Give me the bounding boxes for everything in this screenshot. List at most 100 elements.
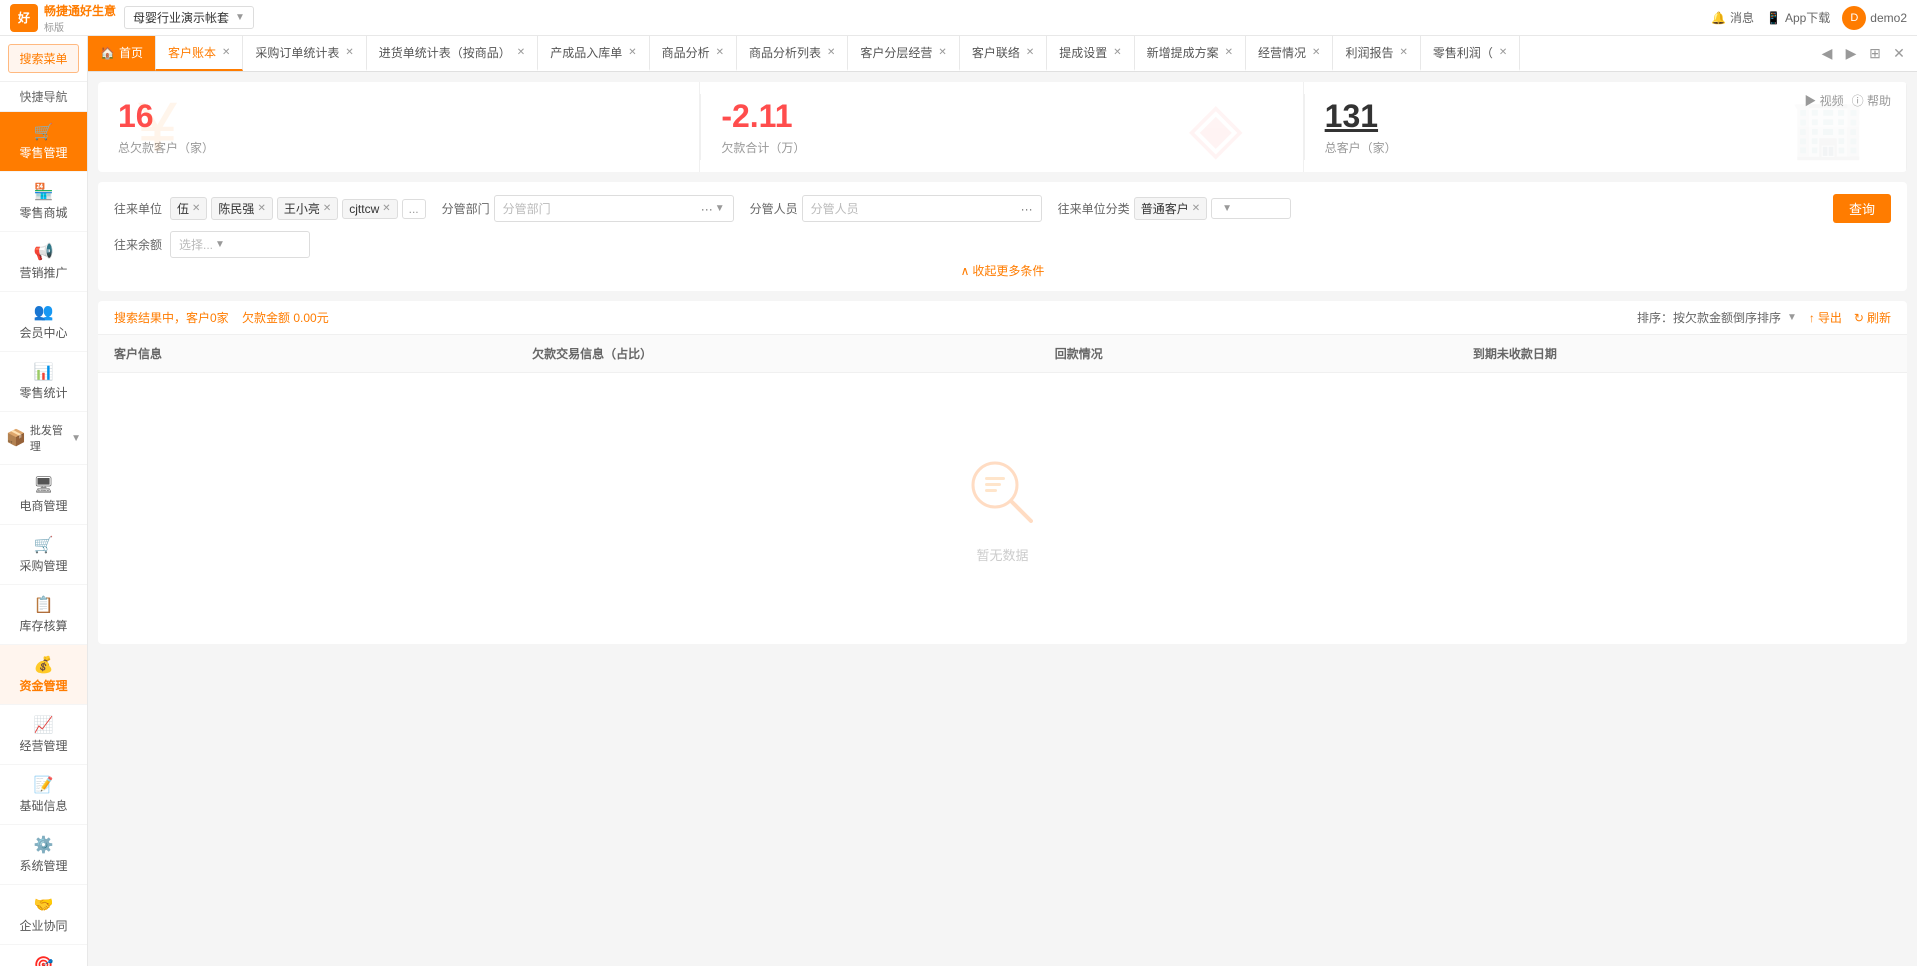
export-button[interactable]: ↑ 导出 <box>1809 309 1842 326</box>
sidebar-item-purchase[interactable]: 🛒 采购管理 <box>0 525 87 585</box>
filter-tag-normal-customer: 普通客户 ✕ <box>1134 197 1207 220</box>
tab-inbound-stats[interactable]: 进货单统计表（按商品） ✕ <box>367 36 538 71</box>
operations-icon: 📈 <box>34 715 54 735</box>
sidebar-item-wholesale[interactable]: 📦 批发管理 ▼ <box>0 412 87 465</box>
col-customer-info: 客户信息 <box>114 345 532 362</box>
refresh-icon: ↻ <box>1854 311 1864 325</box>
help-button[interactable]: ⓘ 帮助 <box>1852 92 1891 109</box>
video-help-button[interactable]: ▶ 视频 <box>1804 92 1843 109</box>
user-menu[interactable]: D demo2 <box>1842 6 1907 30</box>
top-bar: 好 畅捷通好生意 标版 母婴行业演示帐套 ▼ 🔔 消息 📱 App下载 D de… <box>0 0 1917 36</box>
person-filter-group: 分管人员 分管人员 ··· <box>750 195 1042 222</box>
home-icon: 🏠 <box>100 46 115 60</box>
sidebar-item-new-guide[interactable]: 🎯 新手引导 <box>0 945 87 966</box>
tab-close-icon[interactable]: ✕ <box>1312 47 1320 58</box>
dept-select[interactable]: 分管部门 ··· ▼ <box>494 195 734 222</box>
category-chevron-icon: ▼ <box>1222 203 1232 214</box>
sidebar-item-member[interactable]: 👥 会员中心 <box>0 292 87 352</box>
sort-button[interactable]: 排序：按欠款金额倒序排序 ▼ <box>1637 309 1797 326</box>
remove-tag-normal[interactable]: ✕ <box>1192 203 1200 214</box>
page-help-area: ▶ 视频 ⓘ 帮助 <box>1804 92 1891 109</box>
remove-tag-wu[interactable]: ✕ <box>192 203 200 214</box>
tab-home[interactable]: 🏠 首页 <box>88 36 156 71</box>
tab-product-analysis[interactable]: 商品分析 ✕ <box>650 36 737 71</box>
remove-tag-wang[interactable]: ✕ <box>323 203 331 214</box>
tab-close-icon[interactable]: ✕ <box>222 47 230 58</box>
unit-category-select[interactable]: ▼ <box>1211 198 1291 219</box>
empty-illustration <box>963 453 1043 533</box>
logo-text: 畅捷通好生意 标版 <box>44 2 116 34</box>
avatar: D <box>1842 6 1866 30</box>
stat-card-overdue-customers: ¥ 16 总欠款客户（家） <box>98 82 700 172</box>
tab-product-analysis-list[interactable]: 商品分析列表 ✕ <box>737 36 848 71</box>
collab-icon: 🤝 <box>34 895 54 915</box>
tab-next-button[interactable]: ▶ <box>1841 44 1861 64</box>
tab-close-icon[interactable]: ✕ <box>1399 47 1407 58</box>
stat-bg-diamond: ◈ <box>1189 86 1243 168</box>
industry-select[interactable]: 母婴行业演示帐套 ▼ <box>124 6 254 29</box>
tab-close-icon[interactable]: ✕ <box>827 47 835 58</box>
tab-prev-button[interactable]: ◀ <box>1817 44 1837 64</box>
tab-retail-profit[interactable]: 零售利润（ ✕ <box>1421 36 1520 71</box>
tab-close-icon[interactable]: ✕ <box>517 47 525 58</box>
quick-nav-button[interactable]: 快捷导航 <box>0 82 87 112</box>
sidebar-item-enterprise-collab[interactable]: 🤝 企业协同 <box>0 885 87 945</box>
filter-tag-cjttcw: cjttcw ✕ <box>342 199 397 219</box>
filter-tag-chen: 陈民强 ✕ <box>211 197 272 220</box>
logo-area: 好 畅捷通好生意 标版 <box>10 2 116 34</box>
tab-raise-settings[interactable]: 提成设置 ✕ <box>1047 36 1134 71</box>
tab-close-icon[interactable]: ✕ <box>628 47 636 58</box>
tab-close-icon[interactable]: ✕ <box>1113 47 1121 58</box>
stat-bg-yuan: ¥ <box>138 87 177 167</box>
filter-row-2: 往来余额 选择... ▼ <box>114 231 1891 258</box>
sidebar-item-inventory[interactable]: 📋 库存核算 <box>0 585 87 645</box>
tab-profit-report[interactable]: 利润报告 ✕ <box>1333 36 1420 71</box>
overdue-customers-value: 16 <box>118 98 679 135</box>
search-menu-button[interactable]: 搜索菜单 <box>8 44 79 73</box>
sidebar-item-operations[interactable]: 📈 经营管理 <box>0 705 87 765</box>
page-content: ¥ 16 总欠款客户（家） ◈ -2.11 欠款合计（万） 🏢 131 <box>88 72 1917 966</box>
tab-customer-balance[interactable]: 客户账本 ✕ <box>156 36 243 71</box>
app-download-button[interactable]: 📱 App下载 <box>1766 9 1830 26</box>
person-select[interactable]: 分管人员 ··· <box>802 195 1042 222</box>
remove-tag-cjttcw[interactable]: ✕ <box>382 203 390 214</box>
dept-select-dots: ··· <box>701 202 713 216</box>
tab-close-icon[interactable]: ✕ <box>1225 47 1233 58</box>
tab-close-all-button[interactable]: ✕ <box>1889 44 1909 64</box>
col-due-date: 到期未收款日期 <box>1473 345 1891 362</box>
tab-expand-button[interactable]: ⊞ <box>1865 44 1885 64</box>
sidebar-item-retail[interactable]: 🛒 零售管理 <box>0 112 87 172</box>
tab-close-icon[interactable]: ✕ <box>345 47 353 58</box>
remove-tag-chen[interactable]: ✕ <box>257 203 265 214</box>
sidebar-item-system[interactable]: ⚙️ 系统管理 <box>0 825 87 885</box>
sidebar-item-ecommerce[interactable]: 🖥 电商管理 <box>0 465 87 525</box>
collapse-button[interactable]: ∧ 收起更多条件 <box>961 262 1045 279</box>
tab-close-icon[interactable]: ✕ <box>1499 47 1507 58</box>
sort-chevron-icon: ▼ <box>1787 312 1797 323</box>
sidebar-item-marketing[interactable]: 📢 营销推广 <box>0 232 87 292</box>
tab-product-inbound[interactable]: 产成品入库单 ✕ <box>538 36 649 71</box>
sidebar-item-retail-mall[interactable]: 🏪 零售商城 <box>0 172 87 232</box>
tab-new-raise-plan[interactable]: 新增提成方案 ✕ <box>1135 36 1246 71</box>
tab-close-icon[interactable]: ✕ <box>938 47 946 58</box>
unit-category-tags: 普通客户 ✕ <box>1134 197 1207 220</box>
sidebar: 搜索菜单 快捷导航 🛒 零售管理 🏪 零售商城 📢 营销推广 👥 会员中心 📊 … <box>0 36 88 966</box>
messages-button[interactable]: 🔔 消息 <box>1711 9 1754 26</box>
query-button[interactable]: 查询 <box>1833 194 1891 223</box>
tab-customer-contact[interactable]: 客户联络 ✕ <box>960 36 1047 71</box>
guide-icon: 🎯 <box>34 955 54 966</box>
refresh-button[interactable]: ↻ 刷新 <box>1854 309 1891 326</box>
balance-select[interactable]: 选择... ▼ <box>170 231 310 258</box>
tab-customer-tier[interactable]: 客户分层经营 ✕ <box>848 36 959 71</box>
filter-more-tags[interactable]: ... <box>402 199 426 219</box>
tab-close-icon[interactable]: ✕ <box>1026 47 1034 58</box>
wholesale-icon: 📦 <box>6 428 26 448</box>
tab-business-situation[interactable]: 经营情况 ✕ <box>1246 36 1333 71</box>
tab-close-icon[interactable]: ✕ <box>716 47 724 58</box>
sidebar-item-retail-stats[interactable]: 📊 零售统计 <box>0 352 87 412</box>
tab-bar: 🏠 首页 客户账本 ✕ 采购订单统计表 ✕ 进货单统计表（按商品） ✕ 产成品入… <box>88 36 1917 72</box>
overdue-customers-label: 总欠款客户（家） <box>118 139 679 156</box>
sidebar-item-finance[interactable]: 💰 资金管理 <box>0 645 87 705</box>
sidebar-item-basic-info[interactable]: 📝 基础信息 <box>0 765 87 825</box>
tab-purchase-order-stats[interactable]: 采购订单统计表 ✕ <box>243 36 366 71</box>
